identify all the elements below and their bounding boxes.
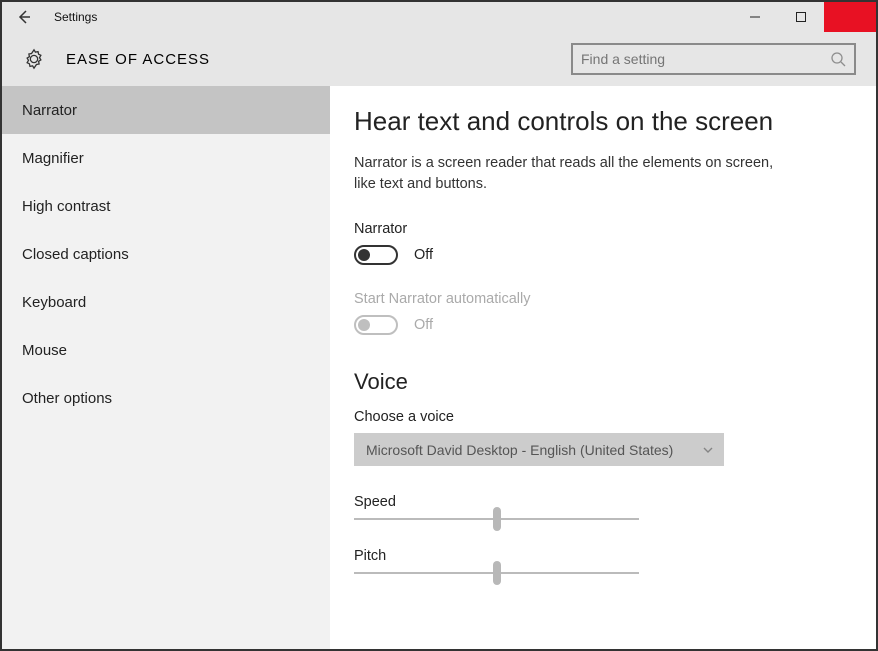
back-button[interactable] [2,2,46,32]
narrator-toggle-label: Narrator [354,221,846,237]
category-title: EASE OF ACCESS [66,51,210,68]
search-box[interactable] [571,43,856,75]
sidebar-item-narrator[interactable]: Narrator [2,86,330,134]
sidebar-item-closed-captions[interactable]: Closed captions [2,230,330,278]
speed-label: Speed [354,494,846,510]
slider-thumb[interactable] [493,561,501,585]
gear-icon [22,47,46,71]
voice-heading: Voice [354,369,846,395]
sidebar: Narrator Magnifier High contrast Closed … [2,86,330,649]
window-title: Settings [54,10,97,24]
sidebar-item-mouse[interactable]: Mouse [2,326,330,374]
narrator-toggle-row: Off [354,245,846,265]
sidebar-item-label: High contrast [22,198,110,215]
minimize-icon [750,12,760,22]
narrator-toggle[interactable] [354,245,398,265]
arrow-left-icon [16,9,32,25]
slider-track [354,572,639,574]
sidebar-item-label: Magnifier [22,150,84,167]
auto-toggle-label: Start Narrator automatically [354,291,846,307]
page-description: Narrator is a screen reader that reads a… [354,153,784,195]
voice-dropdown-value: Microsoft David Desktop - English (Unite… [366,442,673,458]
voice-dropdown[interactable]: Microsoft David Desktop - English (Unite… [354,433,724,466]
search-icon [830,51,846,67]
sidebar-item-other-options[interactable]: Other options [2,374,330,422]
slider-thumb[interactable] [493,507,501,531]
chevron-down-icon [702,444,714,456]
narrator-toggle-state: Off [414,247,433,263]
auto-toggle-state: Off [414,317,433,333]
sidebar-item-label: Other options [22,390,112,407]
minimize-button[interactable] [732,2,778,32]
window-controls [732,2,876,32]
maximize-icon [796,12,806,22]
auto-toggle-row: Off [354,315,846,335]
sidebar-item-label: Closed captions [22,246,129,263]
sidebar-item-high-contrast[interactable]: High contrast [2,182,330,230]
body: Narrator Magnifier High contrast Closed … [2,86,876,649]
slider-track [354,518,639,520]
sidebar-item-label: Mouse [22,342,67,359]
pitch-slider[interactable] [354,572,639,574]
sidebar-item-label: Keyboard [22,294,86,311]
sidebar-item-magnifier[interactable]: Magnifier [2,134,330,182]
choose-voice-label: Choose a voice [354,409,846,425]
sidebar-item-keyboard[interactable]: Keyboard [2,278,330,326]
sidebar-item-label: Narrator [22,102,77,119]
maximize-button[interactable] [778,2,824,32]
settings-window: Settings EASE OF ACCESS [0,0,878,651]
content: Hear text and controls on the screen Nar… [330,86,876,649]
toggle-knob [358,249,370,261]
toggle-knob [358,319,370,331]
page-heading: Hear text and controls on the screen [354,106,846,137]
header: EASE OF ACCESS [2,32,876,86]
pitch-label: Pitch [354,548,846,564]
close-button[interactable] [824,2,876,32]
auto-toggle [354,315,398,335]
titlebar: Settings [2,2,876,32]
search-input[interactable] [581,51,830,67]
speed-slider[interactable] [354,518,639,520]
